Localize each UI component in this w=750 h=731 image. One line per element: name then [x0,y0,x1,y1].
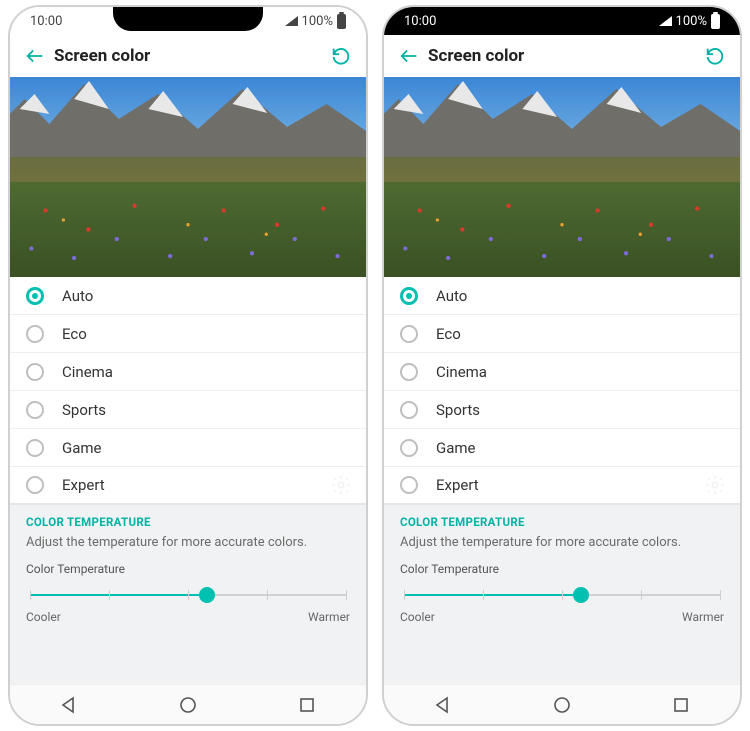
signal-icon [659,16,672,26]
clock: 10:00 [404,14,436,29]
option-label: Game [62,439,102,457]
reset-button[interactable] [326,41,356,71]
status-bar: 10:00 100% [10,7,366,35]
color-mode-sports[interactable]: Sports [384,391,740,429]
display-notch [113,5,263,31]
color-mode-game[interactable]: Game [10,429,366,467]
signal-icon [285,16,298,26]
color-mode-cinema[interactable]: Cinema [10,353,366,391]
slider-min-label: Cooler [400,610,435,624]
slider-max-label: Warmer [682,610,724,624]
color-mode-expert[interactable]: Expert [10,467,366,505]
reset-button[interactable] [700,41,730,71]
radio-icon [26,363,44,381]
color-mode-sports[interactable]: Sports [10,391,366,429]
slider-max-label: Warmer [308,610,350,624]
option-label: Sports [62,401,106,419]
radio-icon [400,287,418,305]
option-label: Auto [436,287,467,305]
option-label: Eco [436,325,461,343]
nav-recents-button[interactable] [661,691,701,719]
nav-home-button[interactable] [168,691,208,719]
slider-label: Color Temperature [400,562,724,576]
nav-home-button[interactable] [542,691,582,719]
preview-image [10,77,366,277]
nav-back-button[interactable] [49,691,89,719]
color-mode-auto[interactable]: Auto [10,277,366,315]
radio-icon [26,287,44,305]
radio-icon [400,363,418,381]
option-label: Eco [62,325,87,343]
color-mode-game[interactable]: Game [384,429,740,467]
preview-image [384,77,740,277]
battery-icon [337,14,346,29]
battery-icon [711,14,720,29]
option-label: Cinema [436,363,487,381]
color-mode-list: Auto Eco Cinema Sports [10,277,366,505]
radio-icon [26,325,44,343]
color-mode-list: Auto Eco Cinema Sports [384,277,740,505]
color-temperature-slider[interactable] [400,586,724,604]
radio-icon [400,401,418,419]
option-label: Game [436,439,476,457]
option-label: Cinema [62,363,113,381]
option-label: Auto [62,287,93,305]
gear-icon [330,474,352,496]
color-temperature-slider[interactable] [26,586,350,604]
gear-icon [704,474,726,496]
radio-icon [26,476,44,494]
radio-icon [400,476,418,494]
option-label: Expert [62,476,105,494]
color-mode-eco[interactable]: Eco [384,315,740,353]
radio-icon [26,439,44,457]
section-heading: COLOR TEMPERATURE [26,515,350,529]
page-title: Screen color [54,46,326,66]
color-temperature-section: COLOR TEMPERATURE Adjust the temperature… [10,505,366,684]
app-bar: Screen color [10,35,366,77]
slider-thumb[interactable] [573,587,589,603]
app-bar: Screen color [384,35,740,77]
page-title: Screen color [428,46,700,66]
option-label: Expert [436,476,479,494]
slider-thumb[interactable] [199,587,215,603]
radio-icon [26,401,44,419]
option-label: Sports [436,401,480,419]
slider-min-label: Cooler [26,610,61,624]
nav-back-button[interactable] [423,691,463,719]
status-bar: 10:00 100% [384,7,740,35]
color-mode-eco[interactable]: Eco [10,315,366,353]
back-button[interactable] [20,41,50,71]
android-navbar [384,684,740,724]
battery-percent: 100% [676,14,707,29]
radio-icon [400,439,418,457]
color-mode-expert[interactable]: Expert [384,467,740,505]
section-heading: COLOR TEMPERATURE [400,515,724,529]
color-mode-auto[interactable]: Auto [384,277,740,315]
clock: 10:00 [30,14,62,29]
section-description: Adjust the temperature for more accurate… [400,535,724,550]
battery-percent: 100% [302,14,333,29]
color-temperature-section: COLOR TEMPERATURE Adjust the temperature… [384,505,740,684]
section-description: Adjust the temperature for more accurate… [26,535,350,550]
slider-label: Color Temperature [26,562,350,576]
color-mode-cinema[interactable]: Cinema [384,353,740,391]
radio-icon [400,325,418,343]
android-navbar [10,684,366,724]
back-button[interactable] [394,41,424,71]
nav-recents-button[interactable] [287,691,327,719]
